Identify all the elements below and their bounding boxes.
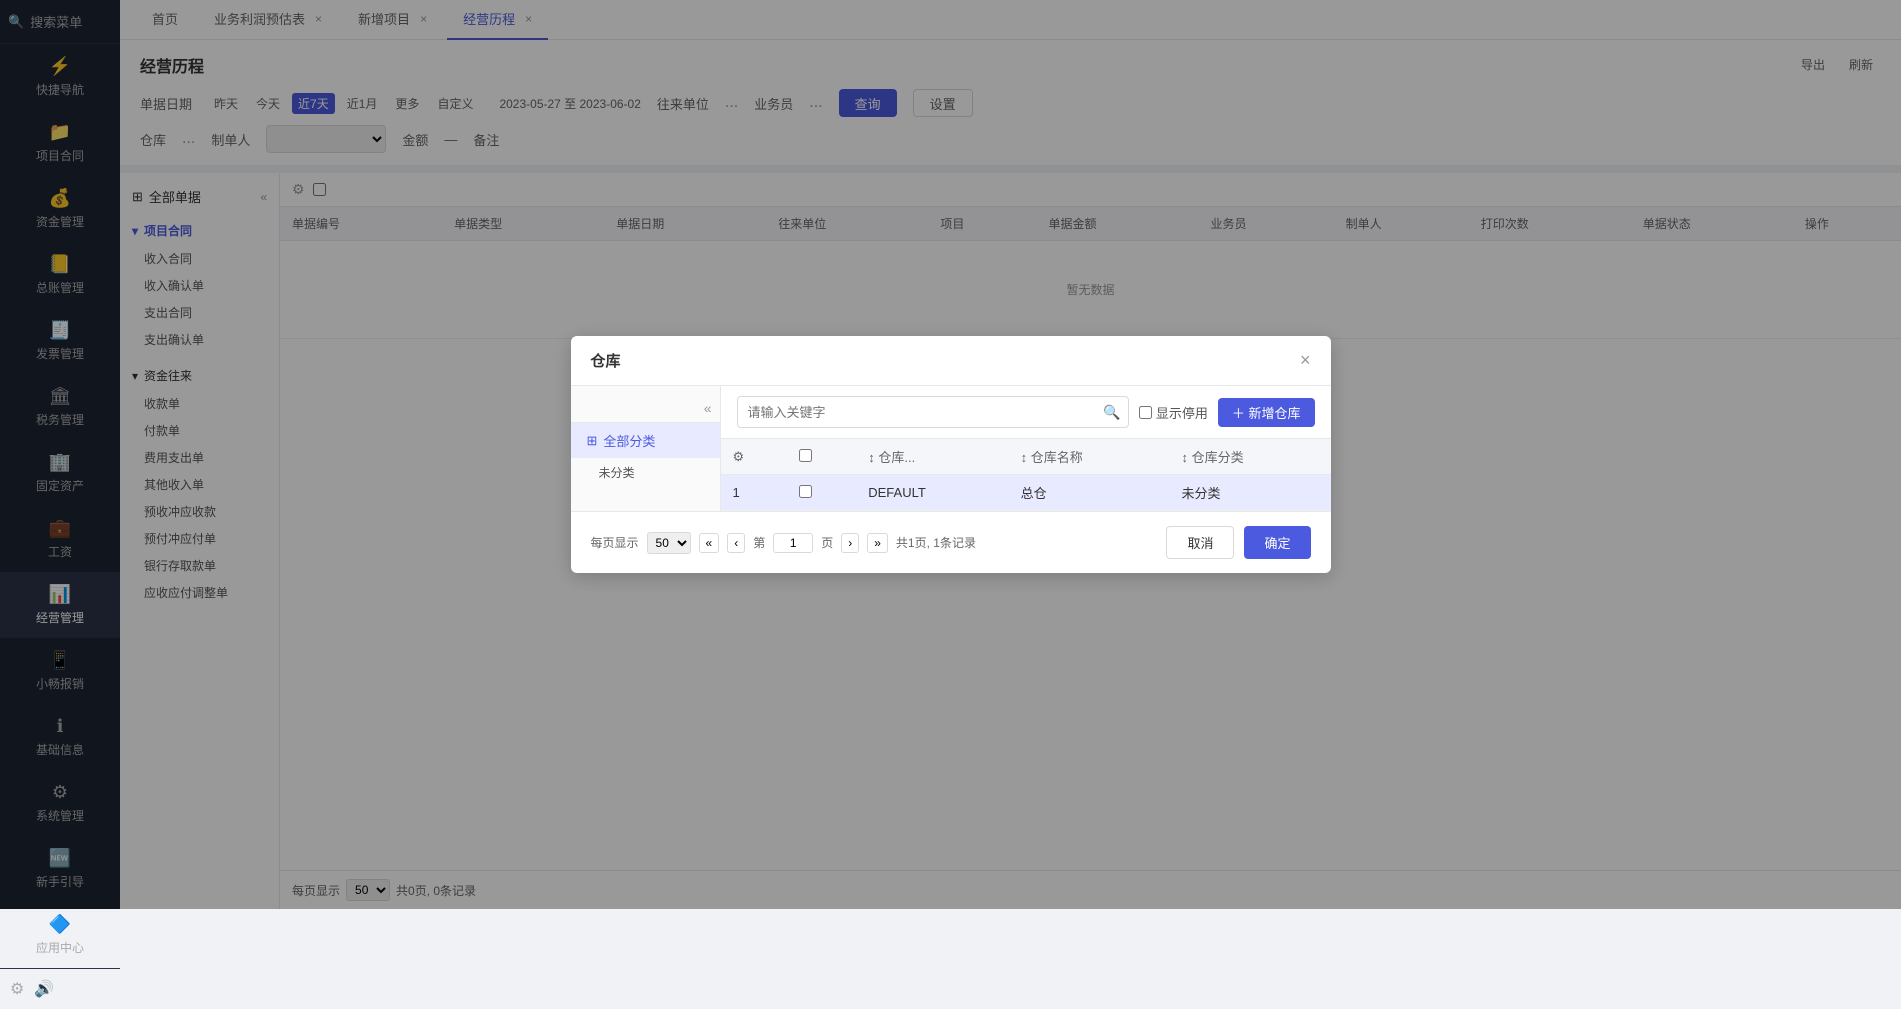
add-warehouse-button[interactable]: ＋ 新增仓库	[1218, 398, 1315, 427]
col-checkbox	[787, 439, 856, 475]
modal-sidebar-all[interactable]: ⊞ 全部分类	[571, 423, 720, 458]
col-warehouse-code: ↕ 仓库...	[856, 439, 1008, 475]
page-number-input[interactable]	[773, 533, 813, 553]
modal-overlay[interactable]: 仓库 × « ⊞ 全部分类 未分类 🔍	[0, 0, 1901, 909]
modal-per-page-label: 每页显示	[591, 534, 639, 551]
search-icon[interactable]: 🔍	[1103, 404, 1120, 421]
modal-close-button[interactable]: ×	[1300, 350, 1311, 371]
modal-sidebar: « ⊞ 全部分类 未分类	[571, 386, 721, 511]
app-center-icon: 🔷	[49, 914, 71, 935]
show-disabled-checkbox[interactable]	[1139, 406, 1152, 419]
volume-icon[interactable]: 🔊	[34, 979, 54, 999]
warehouse-search-input[interactable]	[737, 396, 1129, 428]
modal-sidebar-all-label: 全部分类	[603, 431, 655, 450]
modal-pagination: 每页显示 50 « ‹ 第 页 › » 共1页, 1条记录	[591, 532, 1157, 554]
modal-footer-actions: 取消 确定	[1166, 526, 1310, 559]
last-page-btn[interactable]: »	[867, 533, 888, 553]
row-index: 1	[721, 475, 788, 511]
row-checkbox-cell	[787, 475, 856, 511]
modal-title: 仓库	[591, 350, 621, 371]
modal-per-page-select[interactable]: 50	[647, 532, 691, 554]
warehouse-modal: 仓库 × « ⊞ 全部分类 未分类 🔍	[571, 336, 1331, 573]
modal-sidebar-unclassified-label: 未分类	[599, 466, 635, 480]
show-disabled-label[interactable]: 显示停用	[1139, 403, 1208, 422]
search-wrap: 🔍	[737, 396, 1129, 428]
grid-icon-modal: ⊞	[587, 433, 598, 449]
row-name: 总仓	[1009, 475, 1170, 511]
modal-toolbar: 🔍 显示停用 ＋ 新增仓库	[721, 386, 1331, 439]
modal-content: 🔍 显示停用 ＋ 新增仓库 ⚙	[721, 386, 1331, 511]
page-label: 页	[821, 534, 833, 551]
modal-sidebar-unclassified[interactable]: 未分类	[571, 458, 720, 487]
show-disabled-text: 显示停用	[1156, 403, 1208, 422]
gear-icon-th[interactable]: ⚙	[733, 449, 745, 464]
modal-total-info: 共1页, 1条记录	[896, 534, 976, 551]
confirm-button[interactable]: 确定	[1244, 526, 1310, 559]
col-warehouse-category: ↕ 仓库分类	[1170, 439, 1331, 475]
modal-footer: 每页显示 50 « ‹ 第 页 › » 共1页, 1条记录 取消 确定	[571, 511, 1331, 573]
prev-page-btn[interactable]: ‹	[727, 533, 745, 553]
next-page-btn[interactable]: ›	[841, 533, 859, 553]
cancel-button[interactable]: 取消	[1166, 526, 1234, 559]
warehouse-row[interactable]: 1 DEFAULT 总仓 未分类	[721, 475, 1331, 511]
first-page-btn[interactable]: «	[699, 533, 720, 553]
row-category: 未分类	[1170, 475, 1331, 511]
settings-icon[interactable]: ⚙	[10, 979, 24, 999]
warehouse-table: ⚙ ↕ 仓库... ↕ 仓库名称 ↕ 仓库分类	[721, 439, 1331, 511]
row-code: DEFAULT	[856, 475, 1008, 511]
select-all-warehouse[interactable]	[799, 449, 812, 462]
col-warehouse-name: ↕ 仓库名称	[1009, 439, 1170, 475]
sidebar-item-app-center[interactable]: 🔷 应用中心	[0, 902, 120, 968]
col-gear: ⚙	[721, 439, 788, 475]
row-checkbox[interactable]	[799, 485, 812, 498]
sidebar-bottom: ⚙ 🔊	[0, 968, 120, 1009]
modal-table-wrapper: ⚙ ↕ 仓库... ↕ 仓库名称 ↕ 仓库分类	[721, 439, 1331, 511]
modal-body: « ⊞ 全部分类 未分类 🔍 显示停用	[571, 386, 1331, 511]
sidebar-item-label: 应用中心	[36, 939, 84, 956]
page-label-pre: 第	[753, 534, 765, 551]
modal-header: 仓库 ×	[571, 336, 1331, 386]
modal-sidebar-collapse-btn[interactable]: «	[571, 394, 720, 423]
